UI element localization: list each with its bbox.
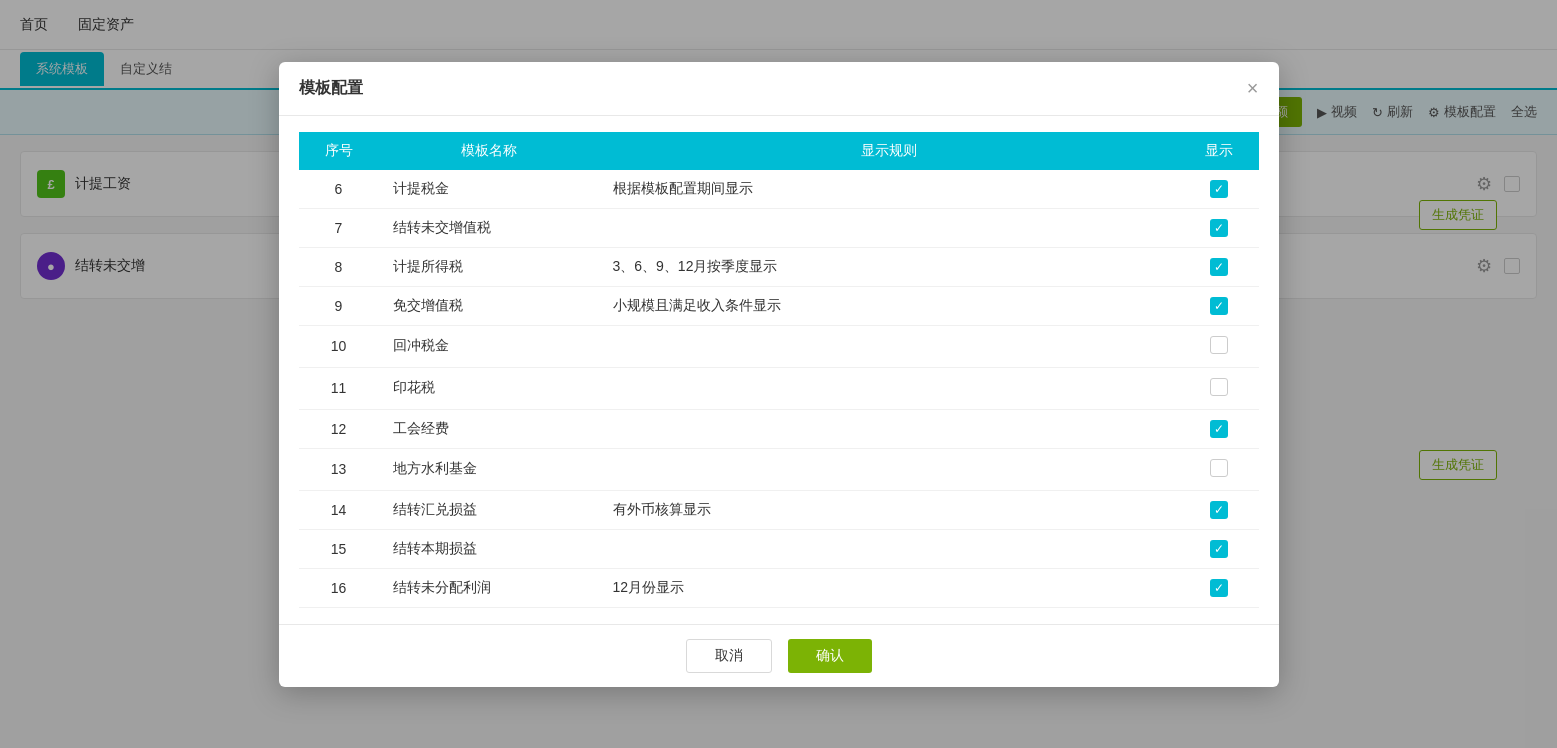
cell-seq: 13 — [299, 448, 379, 490]
table-row: 8计提所得税3、6、9、12月按季度显示 ✓ — [299, 247, 1259, 286]
col-header-name: 模板名称 — [379, 132, 599, 170]
table-row: 9免交增值税小规模且满足收入条件显示 ✓ — [299, 286, 1259, 325]
checkbox-checked[interactable]: ✓ — [1210, 420, 1228, 438]
cell-seq: 8 — [299, 247, 379, 286]
cell-checkbox[interactable] — [1179, 367, 1259, 409]
table-row: 11印花税 — [299, 367, 1259, 409]
table-row: 6计提税金根据模板配置期间显示 ✓ — [299, 170, 1259, 209]
cell-name: 结转本期损益 — [379, 529, 599, 568]
modal-header: 模板配置 × — [279, 62, 1279, 116]
modal-template-config: 模板配置 × 序号 模板名称 显示规则 显示 6计提税金根据模板配置期间显示✓7… — [279, 62, 1279, 687]
cell-seq: 15 — [299, 529, 379, 568]
modal-overlay: 模板配置 × 序号 模板名称 显示规则 显示 6计提税金根据模板配置期间显示✓7… — [0, 0, 1557, 748]
config-table: 序号 模板名称 显示规则 显示 6计提税金根据模板配置期间显示✓7结转未交增值税… — [299, 132, 1259, 608]
col-header-display: 显示 — [1179, 132, 1259, 170]
cell-rule — [599, 409, 1179, 448]
cell-name: 免交增值税 — [379, 286, 599, 325]
cell-checkbox[interactable]: ✓ — [1179, 170, 1259, 209]
modal-close-button[interactable]: × — [1247, 78, 1259, 98]
cell-checkbox[interactable]: ✓ — [1179, 568, 1259, 607]
cell-rule — [599, 529, 1179, 568]
checkbox-unchecked[interactable] — [1210, 459, 1228, 477]
cell-checkbox[interactable]: ✓ — [1179, 409, 1259, 448]
modal-title: 模板配置 — [299, 78, 363, 99]
cell-seq: 10 — [299, 325, 379, 367]
cell-seq: 16 — [299, 568, 379, 607]
cell-name: 工会经费 — [379, 409, 599, 448]
checkbox-checked[interactable]: ✓ — [1210, 579, 1228, 597]
confirm-button[interactable]: 确认 — [788, 639, 872, 673]
checkbox-checked[interactable]: ✓ — [1210, 258, 1228, 276]
checkbox-checked[interactable]: ✓ — [1210, 180, 1228, 198]
checkbox-unchecked[interactable] — [1210, 336, 1228, 354]
table-row: 13地方水利基金 — [299, 448, 1259, 490]
col-header-rule: 显示规则 — [599, 132, 1179, 170]
cell-seq: 14 — [299, 490, 379, 529]
cell-rule: 3、6、9、12月按季度显示 — [599, 247, 1179, 286]
checkbox-checked[interactable]: ✓ — [1210, 219, 1228, 237]
modal-footer: 取消 确认 — [279, 624, 1279, 687]
cell-checkbox[interactable]: ✓ — [1179, 208, 1259, 247]
cell-name: 回冲税金 — [379, 325, 599, 367]
cell-checkbox[interactable] — [1179, 325, 1259, 367]
cell-checkbox[interactable]: ✓ — [1179, 529, 1259, 568]
table-row: 14结转汇兑损益有外币核算显示 ✓ — [299, 490, 1259, 529]
cell-checkbox[interactable]: ✓ — [1179, 490, 1259, 529]
cell-seq: 6 — [299, 170, 379, 209]
cell-seq: 9 — [299, 286, 379, 325]
cell-rule: 12月份显示 — [599, 568, 1179, 607]
cell-name: 计提税金 — [379, 170, 599, 209]
table-header-row: 序号 模板名称 显示规则 显示 — [299, 132, 1259, 170]
table-row: 16结转未分配利润12月份显示 ✓ — [299, 568, 1259, 607]
table-row: 7结转未交增值税 ✓ — [299, 208, 1259, 247]
checkbox-checked[interactable]: ✓ — [1210, 540, 1228, 558]
cell-name: 结转汇兑损益 — [379, 490, 599, 529]
cell-name: 印花税 — [379, 367, 599, 409]
cell-rule — [599, 325, 1179, 367]
checkbox-unchecked[interactable] — [1210, 378, 1228, 396]
col-header-seq: 序号 — [299, 132, 379, 170]
cell-seq: 12 — [299, 409, 379, 448]
table-row: 12工会经费 ✓ — [299, 409, 1259, 448]
cell-seq: 11 — [299, 367, 379, 409]
cell-name: 结转未交增值税 — [379, 208, 599, 247]
cell-name: 地方水利基金 — [379, 448, 599, 490]
cell-checkbox[interactable]: ✓ — [1179, 247, 1259, 286]
cell-checkbox[interactable]: ✓ — [1179, 286, 1259, 325]
cell-checkbox[interactable] — [1179, 448, 1259, 490]
table-row: 15结转本期损益 ✓ — [299, 529, 1259, 568]
cell-rule — [599, 208, 1179, 247]
table-body: 6计提税金根据模板配置期间显示✓7结转未交增值税✓8计提所得税3、6、9、12月… — [299, 170, 1259, 608]
cell-name: 计提所得税 — [379, 247, 599, 286]
cell-seq: 7 — [299, 208, 379, 247]
cell-rule: 有外币核算显示 — [599, 490, 1179, 529]
table-head: 序号 模板名称 显示规则 显示 — [299, 132, 1259, 170]
checkbox-checked[interactable]: ✓ — [1210, 297, 1228, 315]
modal-body: 序号 模板名称 显示规则 显示 6计提税金根据模板配置期间显示✓7结转未交增值税… — [279, 116, 1279, 624]
cell-rule: 根据模板配置期间显示 — [599, 170, 1179, 209]
cell-name: 结转未分配利润 — [379, 568, 599, 607]
cell-rule — [599, 367, 1179, 409]
table-row: 10回冲税金 — [299, 325, 1259, 367]
cell-rule — [599, 448, 1179, 490]
cancel-button[interactable]: 取消 — [686, 639, 772, 673]
checkbox-checked[interactable]: ✓ — [1210, 501, 1228, 519]
cell-rule: 小规模且满足收入条件显示 — [599, 286, 1179, 325]
